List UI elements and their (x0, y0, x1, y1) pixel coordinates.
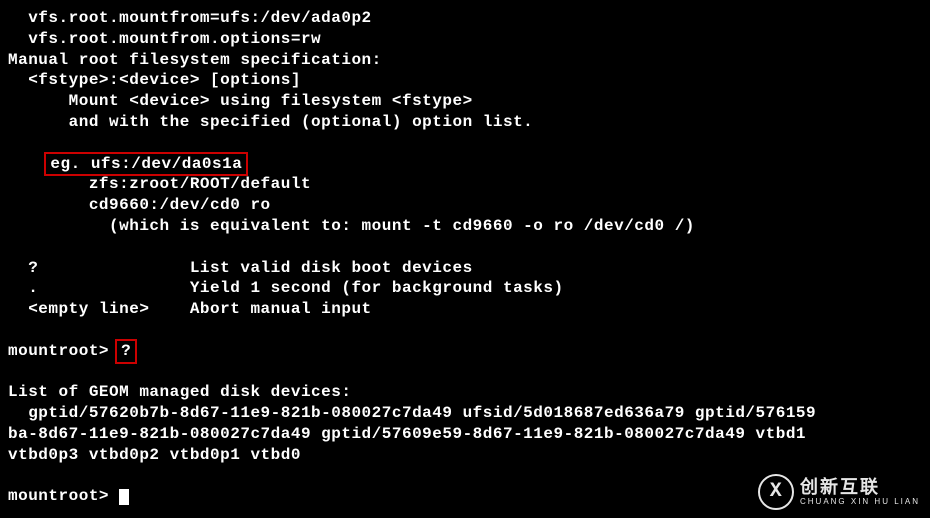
user-input-highlight: ? (115, 339, 137, 364)
mountroot-prompt: mountroot> (8, 487, 119, 505)
blank-line (8, 320, 930, 341)
terminal-console[interactable]: vfs.root.mountfrom=ufs:/dev/ada0p2 vfs.r… (8, 8, 930, 507)
prompt-line: mountroot> ? (8, 341, 930, 362)
config-line: vfs.root.mountfrom=ufs:/dev/ada0p2 (8, 8, 930, 29)
logo-icon: X (758, 474, 794, 510)
device-list-line: ba-8d67-11e9-821b-080027c7da49 gptid/576… (8, 424, 930, 445)
command-help-line: . Yield 1 second (for background tasks) (8, 278, 930, 299)
logo-watermark: X 创新互联 CHUANG XIN HU LIAN (758, 474, 920, 510)
cursor-icon (119, 489, 129, 505)
example-line: (which is equivalent to: mount -t cd9660… (8, 216, 930, 237)
blank-line (8, 133, 930, 154)
command-help-line: ? List valid disk boot devices (8, 258, 930, 279)
help-line: and with the specified (optional) option… (8, 112, 930, 133)
device-list-line: gptid/57620b7b-8d67-11e9-821b-080027c7da… (8, 403, 930, 424)
example-line: cd9660:/dev/cd0 ro (8, 195, 930, 216)
command-help-line: <empty line> Abort manual input (8, 299, 930, 320)
output-header: List of GEOM managed disk devices: (8, 382, 930, 403)
blank-line (8, 237, 930, 258)
example-line: zfs:zroot/ROOT/default (8, 174, 930, 195)
help-line: <fstype>:<device> [options] (8, 70, 930, 91)
mountroot-prompt: mountroot> (8, 342, 119, 360)
device-list-line: vtbd0p3 vtbd0p2 vtbd0p1 vtbd0 (8, 445, 930, 466)
config-line: vfs.root.mountfrom.options=rw (8, 29, 930, 50)
logo-text-block: 创新互联 CHUANG XIN HU LIAN (800, 478, 920, 506)
blank-line (8, 362, 930, 383)
example-line: eg. ufs:/dev/da0s1a (8, 154, 930, 175)
help-line: Mount <device> using filesystem <fstype> (8, 91, 930, 112)
example-ufs-highlight: eg. ufs:/dev/da0s1a (44, 152, 248, 177)
section-header: Manual root filesystem specification: (8, 50, 930, 71)
logo-sub-text: CHUANG XIN HU LIAN (800, 498, 920, 506)
logo-main-text: 创新互联 (800, 478, 920, 496)
